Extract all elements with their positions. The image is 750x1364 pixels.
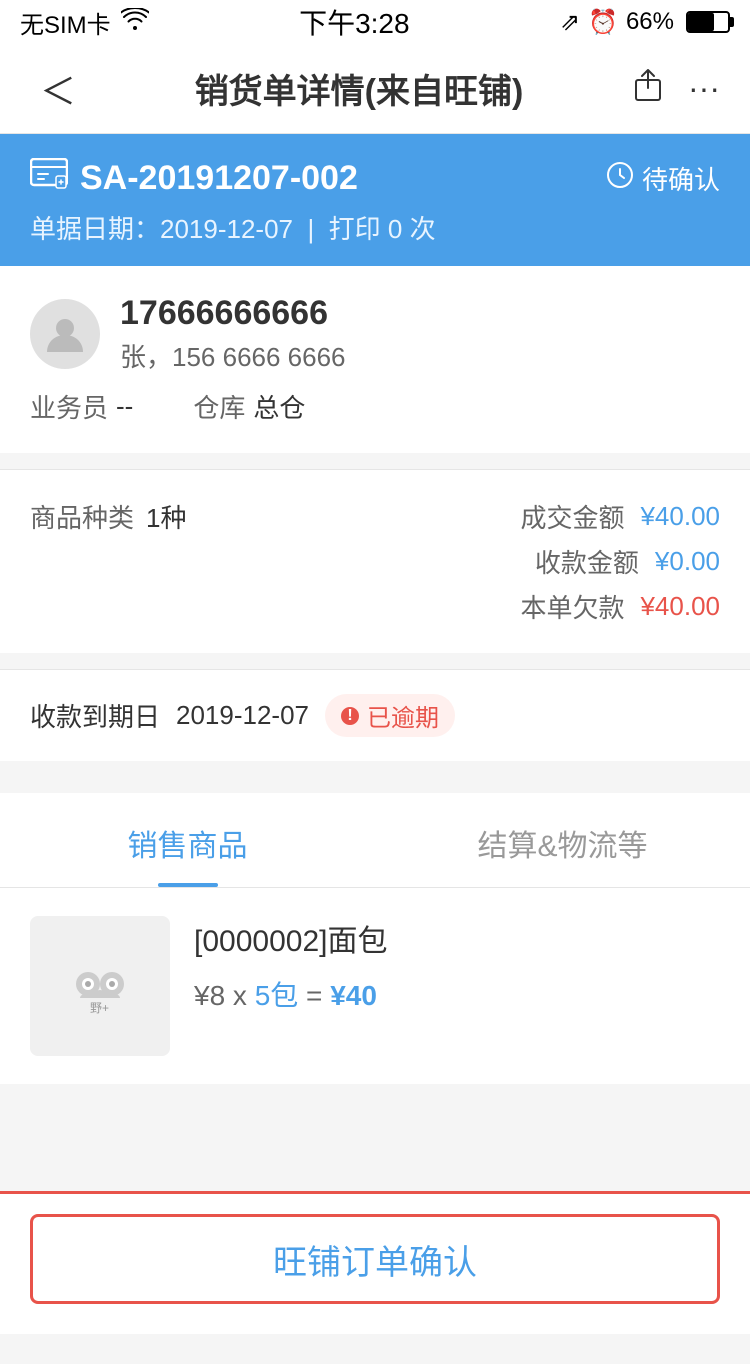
- carrier-label: 无SIM卡: [20, 5, 111, 40]
- warehouse-value: 总仓: [253, 388, 305, 425]
- deal-amount-value: ¥40.00: [640, 501, 720, 532]
- overdue-icon: !: [341, 707, 359, 725]
- price-base: ¥8 x: [194, 980, 255, 1011]
- salesperson-item: 业务员 --: [30, 388, 133, 425]
- nav-actions: ···: [632, 68, 720, 110]
- due-date-card: 收款到期日 2019-12-07 ! 已逾期: [0, 670, 750, 761]
- product-types-label: 商品种类: [30, 498, 134, 535]
- svg-text:野+: 野+: [90, 1001, 109, 1015]
- status-right: ⇗ ⏰ 66%: [560, 8, 730, 37]
- status-bar: 无SIM卡 下午3:28 ⇗ ⏰ 66%: [0, 0, 750, 44]
- share-button[interactable]: [632, 68, 664, 110]
- more-button[interactable]: ···: [688, 70, 720, 107]
- owed-amount-value: ¥40.00: [640, 591, 720, 622]
- summary-card: 商品种类 1种 成交金额 ¥40.00 收款金额 ¥0.00 本单欠款 ¥40.…: [0, 470, 750, 653]
- page-title: 销货单详情(来自旺铺): [195, 64, 524, 113]
- product-qty: 5包: [255, 980, 299, 1011]
- wifi-icon: [121, 8, 149, 36]
- warehouse-item: 仓库 总仓: [193, 388, 305, 425]
- warehouse-label: 仓库: [193, 388, 245, 425]
- received-amount-label: 收款金额: [535, 543, 639, 580]
- tab-sales-products[interactable]: 销售商品: [0, 793, 375, 887]
- status-text: 待确认: [642, 160, 720, 197]
- nav-bar: ＜ 销货单详情(来自旺铺) ···: [0, 44, 750, 134]
- summary-right: 成交金额 ¥40.00 收款金额 ¥0.00 本单欠款 ¥40.00: [520, 498, 720, 625]
- customer-name: 张，156 6666 6666: [120, 337, 346, 374]
- customer-phone: 17666666666: [120, 294, 346, 333]
- section-divider-3: [0, 777, 750, 793]
- battery-icon: [686, 11, 730, 33]
- customer-info: 17666666666 张，156 6666 6666: [120, 294, 346, 374]
- order-id-text: SA-20191207-002: [80, 159, 358, 198]
- order-status: 待确认: [606, 160, 720, 197]
- location-icon: ⇗: [560, 8, 580, 37]
- product-info: [0000002]面包 ¥8 x 5包 = ¥40: [194, 916, 720, 1014]
- owed-amount-row: 本单欠款 ¥40.00: [520, 588, 720, 625]
- received-amount-value: ¥0.00: [655, 546, 720, 577]
- order-header: SA-20191207-002 待确认 单据日期：2019-12-07 | 打印…: [0, 134, 750, 266]
- alarm-icon: ⏰: [588, 8, 618, 37]
- deal-amount-row: 成交金额 ¥40.00: [520, 498, 720, 535]
- product-total: ¥40: [330, 980, 377, 1011]
- product-types-value: 1种: [146, 498, 186, 535]
- status-clock-icon: [606, 161, 634, 196]
- order-id-icon: [30, 158, 68, 199]
- order-id: SA-20191207-002: [30, 158, 358, 199]
- customer-top: 17666666666 张，156 6666 6666: [30, 294, 720, 374]
- back-button[interactable]: ＜: [30, 53, 86, 125]
- due-date-value: 2019-12-07: [176, 700, 309, 731]
- order-header-top: SA-20191207-002 待确认: [30, 158, 720, 199]
- product-thumb-image: 野+: [60, 956, 140, 1016]
- tabs-bar: 销售商品 结算&物流等: [0, 793, 750, 888]
- product-thumbnail: 野+: [30, 916, 170, 1056]
- confirm-order-button[interactable]: 旺铺订单确认: [30, 1214, 720, 1304]
- overdue-badge: ! 已逾期: [325, 694, 455, 737]
- bottom-area: 旺铺订单确认: [0, 1191, 750, 1334]
- customer-card: 17666666666 张，156 6666 6666 业务员 -- 仓库 总仓: [0, 266, 750, 453]
- customer-avatar: [30, 299, 100, 369]
- deal-amount-label: 成交金额: [520, 498, 624, 535]
- summary-left: 商品种类 1种: [30, 498, 186, 535]
- received-amount-row: 收款金额 ¥0.00: [535, 543, 720, 580]
- price-equals: =: [298, 980, 330, 1011]
- battery-percent: 66%: [626, 8, 674, 36]
- status-left: 无SIM卡: [20, 5, 149, 40]
- product-price: ¥8 x 5包 = ¥40: [194, 974, 720, 1014]
- customer-meta: 业务员 -- 仓库 总仓: [30, 388, 720, 425]
- product-card: 野+ [0000002]面包 ¥8 x 5包 = ¥40: [0, 888, 750, 1084]
- owed-amount-label: 本单欠款: [520, 588, 624, 625]
- salesperson-label: 业务员: [30, 388, 108, 425]
- order-date: 单据日期：2019-12-07 | 打印 0 次: [30, 209, 720, 246]
- tab-settlement-logistics[interactable]: 结算&物流等: [375, 793, 750, 887]
- product-name: [0000002]面包: [194, 916, 720, 960]
- salesperson-value: --: [116, 391, 133, 422]
- time-label: 下午3:28: [299, 2, 410, 42]
- overdue-text: 已逾期: [367, 698, 439, 733]
- due-date-label: 收款到期日: [30, 697, 160, 734]
